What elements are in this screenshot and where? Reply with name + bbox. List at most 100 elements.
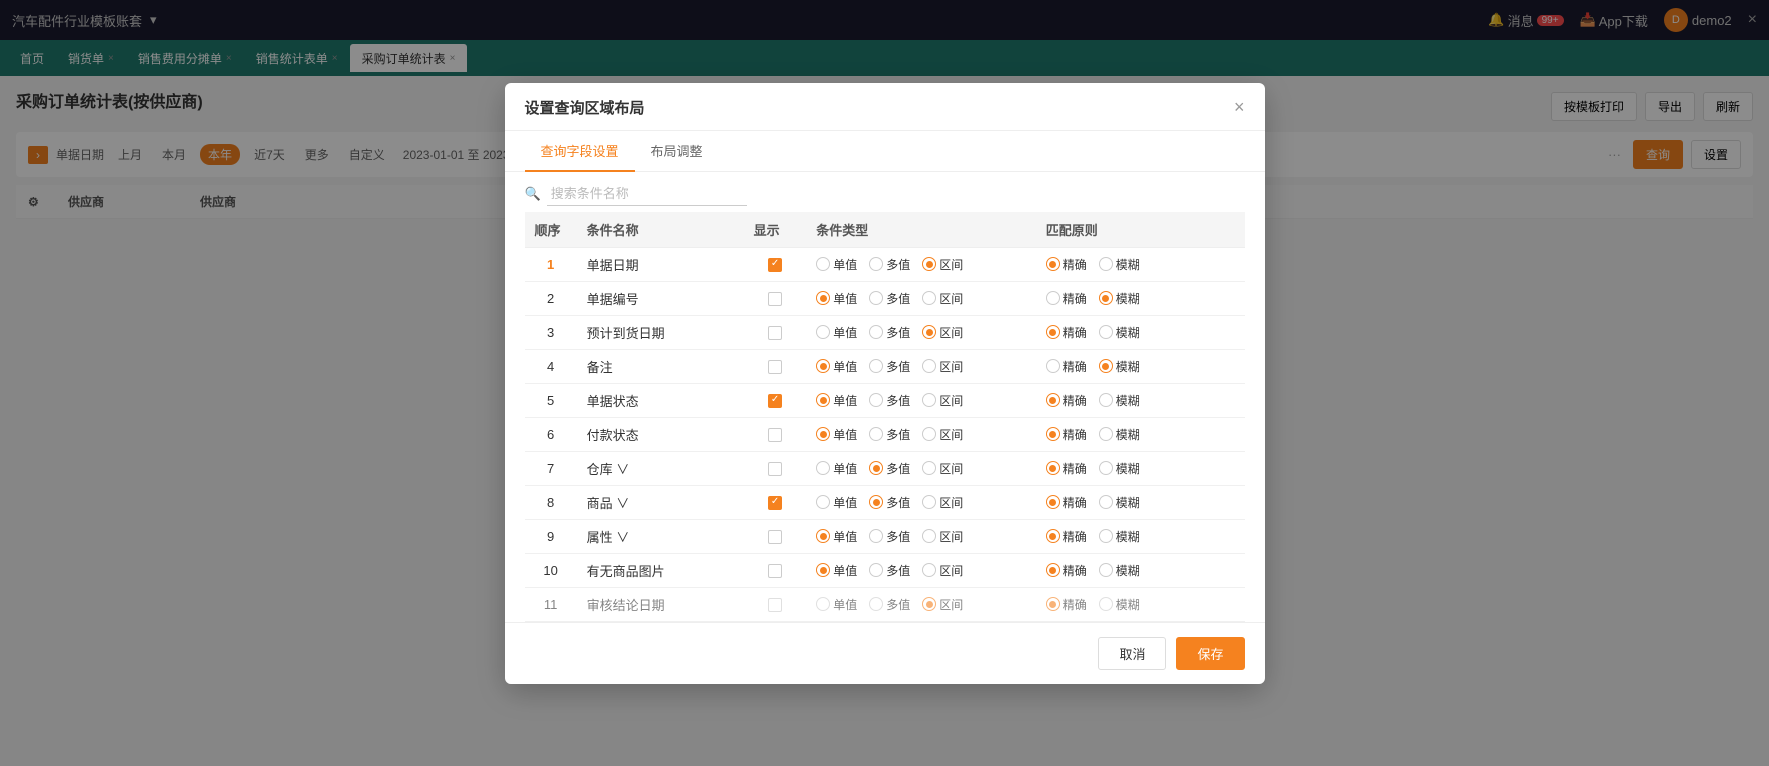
show-checkbox[interactable]: [768, 428, 782, 442]
match-radio-item[interactable]: 精确: [1046, 290, 1087, 307]
cell-show[interactable]: [744, 281, 807, 315]
dialog-tab-query-fields[interactable]: 查询字段设置: [525, 131, 635, 172]
match-radio-item[interactable]: 模糊: [1099, 494, 1140, 511]
type-radio-item[interactable]: 区间: [922, 290, 963, 307]
dialog-close-icon[interactable]: ×: [1234, 98, 1245, 116]
match-radio-item[interactable]: 模糊: [1099, 528, 1140, 545]
radio-label: 单值: [833, 290, 857, 307]
cell-show[interactable]: [744, 247, 807, 281]
table-row: 4备注单值多值区间精确模糊: [525, 349, 1245, 383]
show-checkbox[interactable]: [768, 598, 782, 612]
type-radio-item[interactable]: 区间: [922, 256, 963, 273]
show-checkbox[interactable]: [768, 496, 782, 510]
radio-dot: [1099, 325, 1113, 339]
show-checkbox[interactable]: [768, 394, 782, 408]
type-radio-item[interactable]: 多值: [869, 460, 910, 477]
cell-name: 预计到货日期: [577, 315, 744, 349]
show-checkbox[interactable]: [768, 530, 782, 544]
type-radio-item[interactable]: 区间: [922, 392, 963, 409]
cell-show[interactable]: [744, 553, 807, 587]
radio-dot: [816, 291, 830, 305]
match-radio-item[interactable]: 模糊: [1099, 256, 1140, 273]
type-radio-item[interactable]: 区间: [922, 562, 963, 579]
cell-show[interactable]: [744, 485, 807, 519]
type-radio-item[interactable]: 区间: [922, 528, 963, 545]
type-radio-item[interactable]: 单值: [816, 528, 857, 545]
type-radio-item[interactable]: 区间: [922, 426, 963, 443]
cell-show[interactable]: [744, 587, 807, 621]
search-icon: 🔍: [525, 186, 541, 202]
match-radio-item[interactable]: 精确: [1046, 358, 1087, 375]
type-radio-item[interactable]: 单值: [816, 426, 857, 443]
match-radio-item[interactable]: 模糊: [1099, 562, 1140, 579]
type-radio-item[interactable]: 多值: [869, 256, 910, 273]
match-radio-item[interactable]: 模糊: [1099, 596, 1140, 613]
match-radio-item[interactable]: 模糊: [1099, 426, 1140, 443]
dialog-tab-layout[interactable]: 布局调整: [635, 131, 719, 172]
type-radio-item[interactable]: 单值: [816, 460, 857, 477]
type-radio-item[interactable]: 单值: [816, 494, 857, 511]
radio-dot: [1046, 597, 1060, 611]
type-radio-item[interactable]: 多值: [869, 494, 910, 511]
cell-show[interactable]: [744, 349, 807, 383]
cell-order: 2: [525, 281, 577, 315]
match-radio-item[interactable]: 模糊: [1099, 358, 1140, 375]
radio-label: 单值: [833, 426, 857, 443]
search-input[interactable]: [547, 182, 747, 206]
cell-show[interactable]: [744, 417, 807, 451]
cell-show[interactable]: [744, 451, 807, 485]
match-radio-item[interactable]: 精确: [1046, 494, 1087, 511]
type-radio-item[interactable]: 单值: [816, 562, 857, 579]
match-radio-item[interactable]: 精确: [1046, 392, 1087, 409]
type-radio-item[interactable]: 多值: [869, 392, 910, 409]
show-checkbox[interactable]: [768, 462, 782, 476]
show-checkbox[interactable]: [768, 292, 782, 306]
dialog-search-area: 🔍: [505, 172, 1265, 212]
match-radio-item[interactable]: 精确: [1046, 324, 1087, 341]
radio-dot: [869, 359, 883, 373]
type-radio-item[interactable]: 区间: [922, 494, 963, 511]
type-radio-item[interactable]: 多值: [869, 358, 910, 375]
type-radio-item[interactable]: 单值: [816, 324, 857, 341]
type-radio-item[interactable]: 多值: [869, 324, 910, 341]
save-button[interactable]: 保存: [1176, 637, 1244, 670]
match-radio-item[interactable]: 模糊: [1099, 290, 1140, 307]
show-checkbox[interactable]: [768, 326, 782, 340]
match-radio-item[interactable]: 精确: [1046, 562, 1087, 579]
type-radio-item[interactable]: 区间: [922, 358, 963, 375]
type-radio-item[interactable]: 多值: [869, 562, 910, 579]
cancel-button[interactable]: 取消: [1098, 637, 1166, 670]
radio-label: 区间: [939, 290, 963, 307]
type-radio-item[interactable]: 多值: [869, 426, 910, 443]
type-radio-item[interactable]: 单值: [816, 392, 857, 409]
type-radio-item[interactable]: 单值: [816, 596, 857, 613]
show-checkbox[interactable]: [768, 564, 782, 578]
type-radio-item[interactable]: 单值: [816, 358, 857, 375]
type-radio-item[interactable]: 多值: [869, 528, 910, 545]
show-checkbox[interactable]: [768, 258, 782, 272]
cell-show[interactable]: [744, 315, 807, 349]
cell-show[interactable]: [744, 383, 807, 417]
cell-type: 单值多值区间: [806, 417, 1036, 451]
type-radio-item[interactable]: 区间: [922, 596, 963, 613]
type-radio-item[interactable]: 区间: [922, 324, 963, 341]
type-radio-item[interactable]: 多值: [869, 596, 910, 613]
table-row: 11审核结论日期单值多值区间精确模糊: [525, 587, 1245, 621]
match-radio-item[interactable]: 精确: [1046, 596, 1087, 613]
type-radio-item[interactable]: 区间: [922, 460, 963, 477]
match-radio-item[interactable]: 精确: [1046, 256, 1087, 273]
match-radio-item[interactable]: 模糊: [1099, 460, 1140, 477]
cell-match: 精确模糊: [1036, 519, 1245, 553]
match-radio-item[interactable]: 模糊: [1099, 392, 1140, 409]
cell-show[interactable]: [744, 519, 807, 553]
match-radio-item[interactable]: 模糊: [1099, 324, 1140, 341]
match-radio-item[interactable]: 精确: [1046, 426, 1087, 443]
radio-label: 精确: [1063, 528, 1087, 545]
match-radio-item[interactable]: 精确: [1046, 528, 1087, 545]
radio-label: 精确: [1063, 596, 1087, 613]
type-radio-item[interactable]: 单值: [816, 256, 857, 273]
type-radio-item[interactable]: 单值: [816, 290, 857, 307]
type-radio-item[interactable]: 多值: [869, 290, 910, 307]
show-checkbox[interactable]: [768, 360, 782, 374]
match-radio-item[interactable]: 精确: [1046, 460, 1087, 477]
